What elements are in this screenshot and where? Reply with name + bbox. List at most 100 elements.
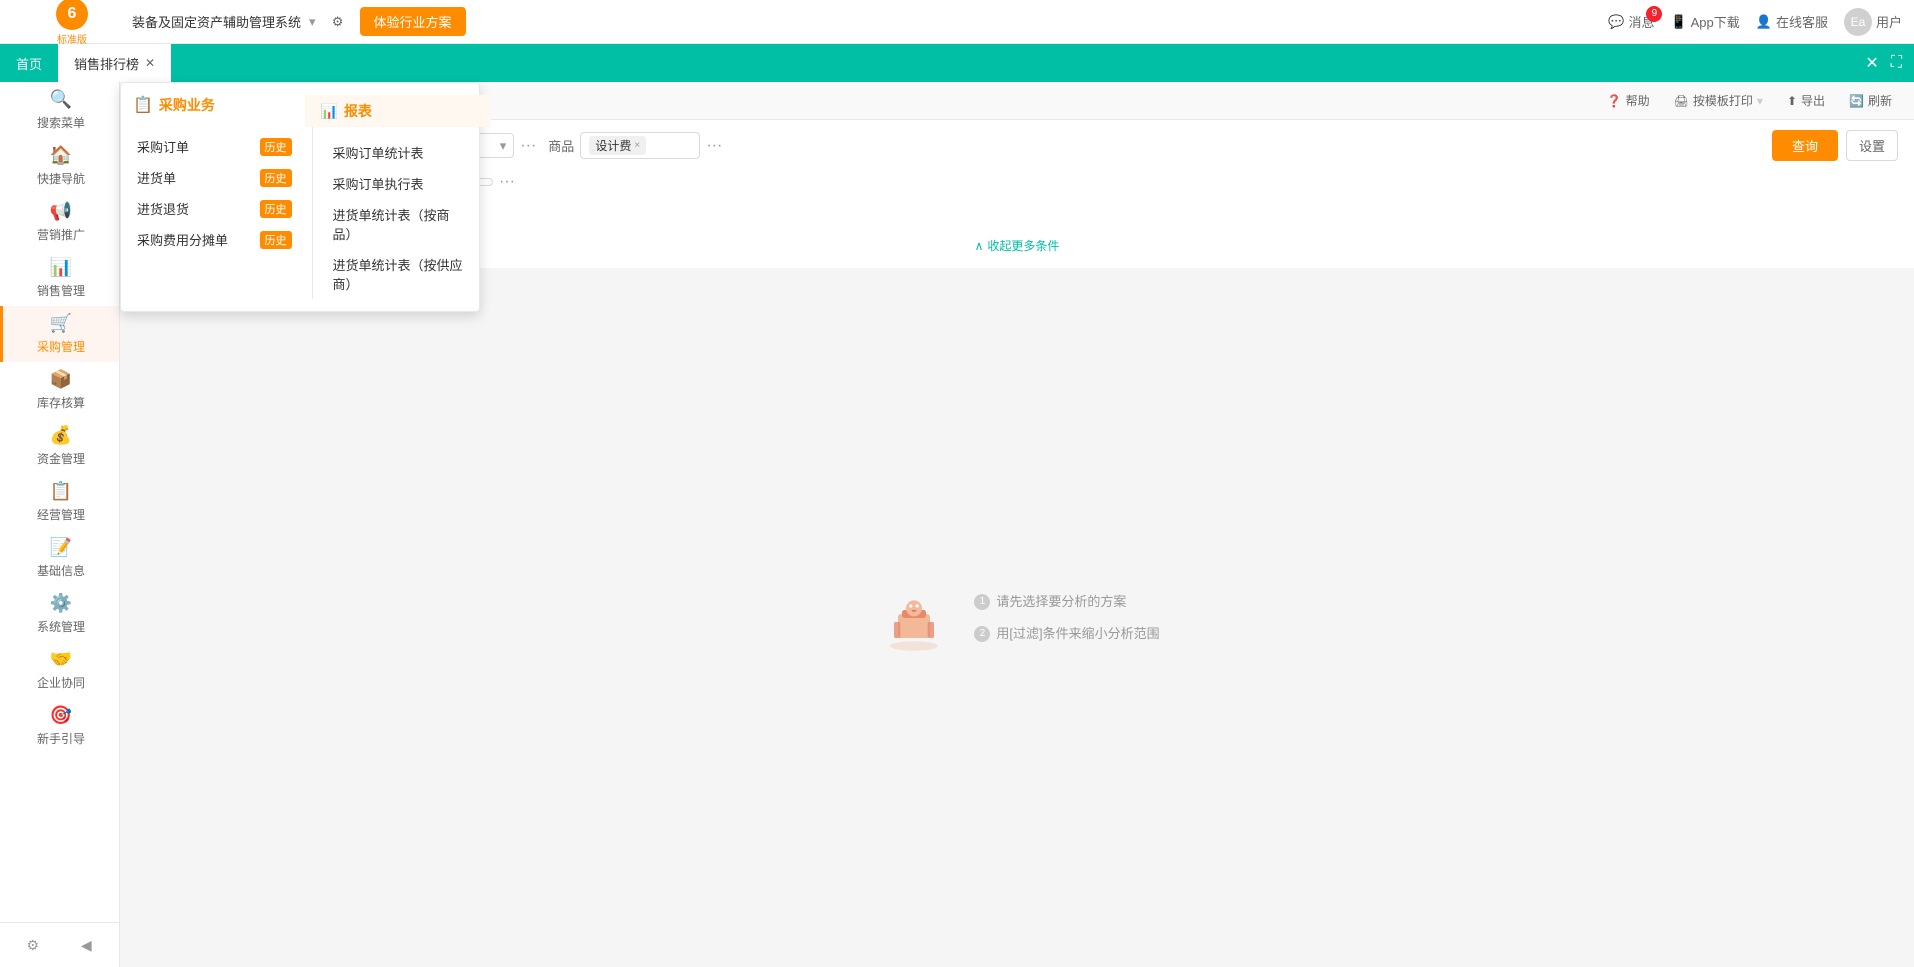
sidebar-item-sales[interactable]: 📊 销售管理 (0, 250, 119, 306)
sidebar-item-system[interactable]: ⚙️ 系统管理 (0, 586, 119, 642)
logo-text: 标准版 (57, 31, 87, 46)
dropdown-left-title: 📋 采购业务 (133, 95, 296, 121)
help-label: 帮助 (1626, 92, 1650, 109)
dropdown-item-order-stat[interactable]: 采购订单统计表 (329, 137, 468, 168)
export-label: 导出 (1801, 92, 1825, 109)
query-btn[interactable]: 查询 (1772, 130, 1838, 161)
sidebar-item-basic-info[interactable]: 📝 基础信息 (0, 530, 119, 586)
empty-tip-2: 2 用[过滤]条件来缩小分析范围 (974, 621, 1159, 647)
dropdown-item-return[interactable]: 进货退货 历史 (133, 193, 296, 224)
sidebar-item-quick-nav[interactable]: 🏠 快捷导航 (0, 138, 119, 194)
message-badge: 9 (1646, 6, 1662, 22)
basic-info-icon: 📝 (50, 537, 72, 558)
sidebar-collapse-btn[interactable]: ◀ (62, 931, 112, 959)
sidebar-item-purchase[interactable]: 🛒 采购管理 (0, 306, 119, 362)
goods-tag-input[interactable]: 设计费 × (580, 132, 700, 159)
print-dropdown-icon[interactable]: ▾ (1757, 94, 1763, 108)
online-service-btn[interactable]: 👤 在线客服 (1756, 12, 1828, 31)
doc-status-more-icon[interactable]: ··· (520, 137, 536, 155)
return-history-badge: 历史 (260, 200, 292, 218)
sidebar-item-basic-info-label: 基础信息 (37, 562, 85, 579)
sidebar-item-quick-nav-label: 快捷导航 (37, 170, 85, 187)
tab-sales-ranking[interactable]: 销售排行榜 ✕ (58, 44, 171, 82)
logo-char: 6 (68, 5, 77, 23)
collapse-filter-btn[interactable]: ∧ 收起更多条件 (975, 237, 1060, 254)
user-menu-btn[interactable]: Ea 用户 (1844, 8, 1902, 36)
dropdown-item-inbound-goods-stat[interactable]: 进货单统计表（按商品） (329, 199, 468, 249)
collapse-label: 收起更多条件 (987, 237, 1059, 254)
print-btn[interactable]: 🖨 按模板打印 ▾ (1668, 88, 1769, 113)
app-download-label: App下载 (1691, 12, 1740, 31)
tab-close-icon[interactable]: ✕ (145, 56, 155, 70)
marketing-icon: 📢 (50, 201, 72, 222)
app-download-btn[interactable]: 📱 App下载 (1670, 12, 1739, 31)
sidebar-item-search[interactable]: 🔍 搜索菜单 (0, 82, 119, 138)
inbound-goods-stat-label: 进货单统计表（按商品） (333, 205, 464, 243)
purchase-order-history-badge: 历史 (260, 138, 292, 156)
refresh-icon: 🔄 (1849, 94, 1864, 108)
dropdown-item-inbound-supplier-stat[interactable]: 进货单统计表（按供应商） (329, 249, 468, 299)
sales-icon: 📊 (50, 257, 72, 278)
sidebar-item-inventory[interactable]: 📦 库存核算 (0, 362, 119, 418)
purchase-icon: 🛒 (50, 313, 72, 334)
finance-icon: 💰 (50, 425, 72, 446)
tab-bar: 首页 销售排行榜 ✕ ✕ ⛶ (0, 44, 1914, 82)
sidebar-item-finance-label: 资金管理 (37, 450, 85, 467)
message-btn[interactable]: 💬 消息 9 (1608, 12, 1654, 31)
top-bar: 6 标准版 装备及固定资产辅助管理系统 ▾ ⚙ 体验行业方案 💬 消息 9 📱 … (0, 0, 1914, 44)
inbound-supplier-stat-label: 进货单统计表（按供应商） (333, 255, 464, 293)
dropdown-right-col: 📊 报表 采购订单统计表 采购订单执行表 进货单统计表（按商品） 进货单统计表（… (317, 95, 480, 299)
home-icon: 🏠 (50, 145, 72, 166)
dropdown-item-order-exec[interactable]: 采购订单执行表 (329, 168, 468, 199)
cost-label: 采购费用分摊单 (137, 230, 228, 249)
dropdown-item-cost[interactable]: 采购费用分摊单 历史 (133, 224, 296, 255)
sidebar-item-finance[interactable]: 💰 资金管理 (0, 418, 119, 474)
sidebar-item-guide[interactable]: 🎯 新手引导 (0, 698, 119, 754)
goods-tag-text: 设计费 (595, 137, 631, 154)
sidebar-settings-btn[interactable]: ⚙ (8, 931, 58, 959)
print-icon: 🖨 (1674, 94, 1689, 108)
system-title: 装备及固定资产辅助管理系统 (132, 12, 301, 31)
salesperson-more-icon[interactable]: ··· (499, 173, 515, 191)
tab-maximize-icon[interactable]: ⛶ (1887, 50, 1906, 76)
top-right: 💬 消息 9 📱 App下载 👤 在线客服 Ea 用户 (1608, 8, 1902, 36)
tab-close-all-icon[interactable]: ✕ (1861, 49, 1882, 77)
goods-tag: 设计费 × (589, 136, 646, 155)
help-btn[interactable]: ❓ 帮助 (1601, 88, 1656, 113)
tab-home-label: 首页 (16, 54, 42, 73)
sidebar-bottom: ⚙ ◀ (0, 922, 119, 967)
export-btn[interactable]: ⬆ 导出 (1781, 88, 1831, 113)
refresh-label: 刷新 (1868, 92, 1892, 109)
cost-history-badge: 历史 (260, 231, 292, 249)
export-icon: ⬆ (1787, 94, 1797, 108)
avatar-text: Ea (1851, 15, 1866, 29)
dropdown-columns: 📋 采购业务 采购订单 历史 进货单 历史 进货退货 历史 采购费用分摊单 历史 (121, 95, 479, 299)
system-settings-icon[interactable]: ⚙ (324, 8, 352, 36)
dropdown-item-purchase-order[interactable]: 采购订单 历史 (133, 131, 296, 162)
settings-btn[interactable]: 设置 (1846, 130, 1898, 161)
operations-icon: 📋 (50, 481, 72, 502)
inbound-history-badge: 历史 (260, 169, 292, 187)
logo-icon: 6 (56, 0, 88, 30)
dropdown-item-inbound[interactable]: 进货单 历史 (133, 162, 296, 193)
title-dropdown-icon[interactable]: ▾ (309, 14, 316, 30)
tab-home[interactable]: 首页 (0, 44, 58, 82)
sidebar-item-sales-label: 销售管理 (37, 282, 85, 299)
goods-more-icon[interactable]: ··· (706, 137, 722, 155)
goods-filter-group: 商品 设计费 × ··· (548, 132, 722, 159)
order-stat-label: 采购订单统计表 (333, 143, 424, 162)
purchase-order-label: 采购订单 (137, 137, 189, 156)
sidebar-item-marketing[interactable]: 📢 营销推广 (0, 194, 119, 250)
goods-tag-close-icon[interactable]: × (634, 140, 640, 151)
avatar: Ea (1844, 8, 1872, 36)
empty-text: 1 请先选择要分析的方案 2 用[过滤]条件来缩小分析范围 (974, 589, 1159, 647)
sidebar-item-operations[interactable]: 📋 经营管理 (0, 474, 119, 530)
empty-tip-1: 1 请先选择要分析的方案 (974, 589, 1159, 615)
online-service-label: 在线客服 (1776, 12, 1828, 31)
report-icon: 📊 (321, 103, 338, 120)
refresh-btn[interactable]: 🔄 刷新 (1843, 88, 1898, 113)
sidebar-item-cooperation-label: 企业协同 (37, 674, 85, 691)
industry-btn[interactable]: 体验行业方案 (360, 7, 466, 36)
sidebar-item-purchase-label: 采购管理 (37, 338, 85, 355)
sidebar-item-cooperation[interactable]: 🤝 企业协同 (0, 642, 119, 698)
